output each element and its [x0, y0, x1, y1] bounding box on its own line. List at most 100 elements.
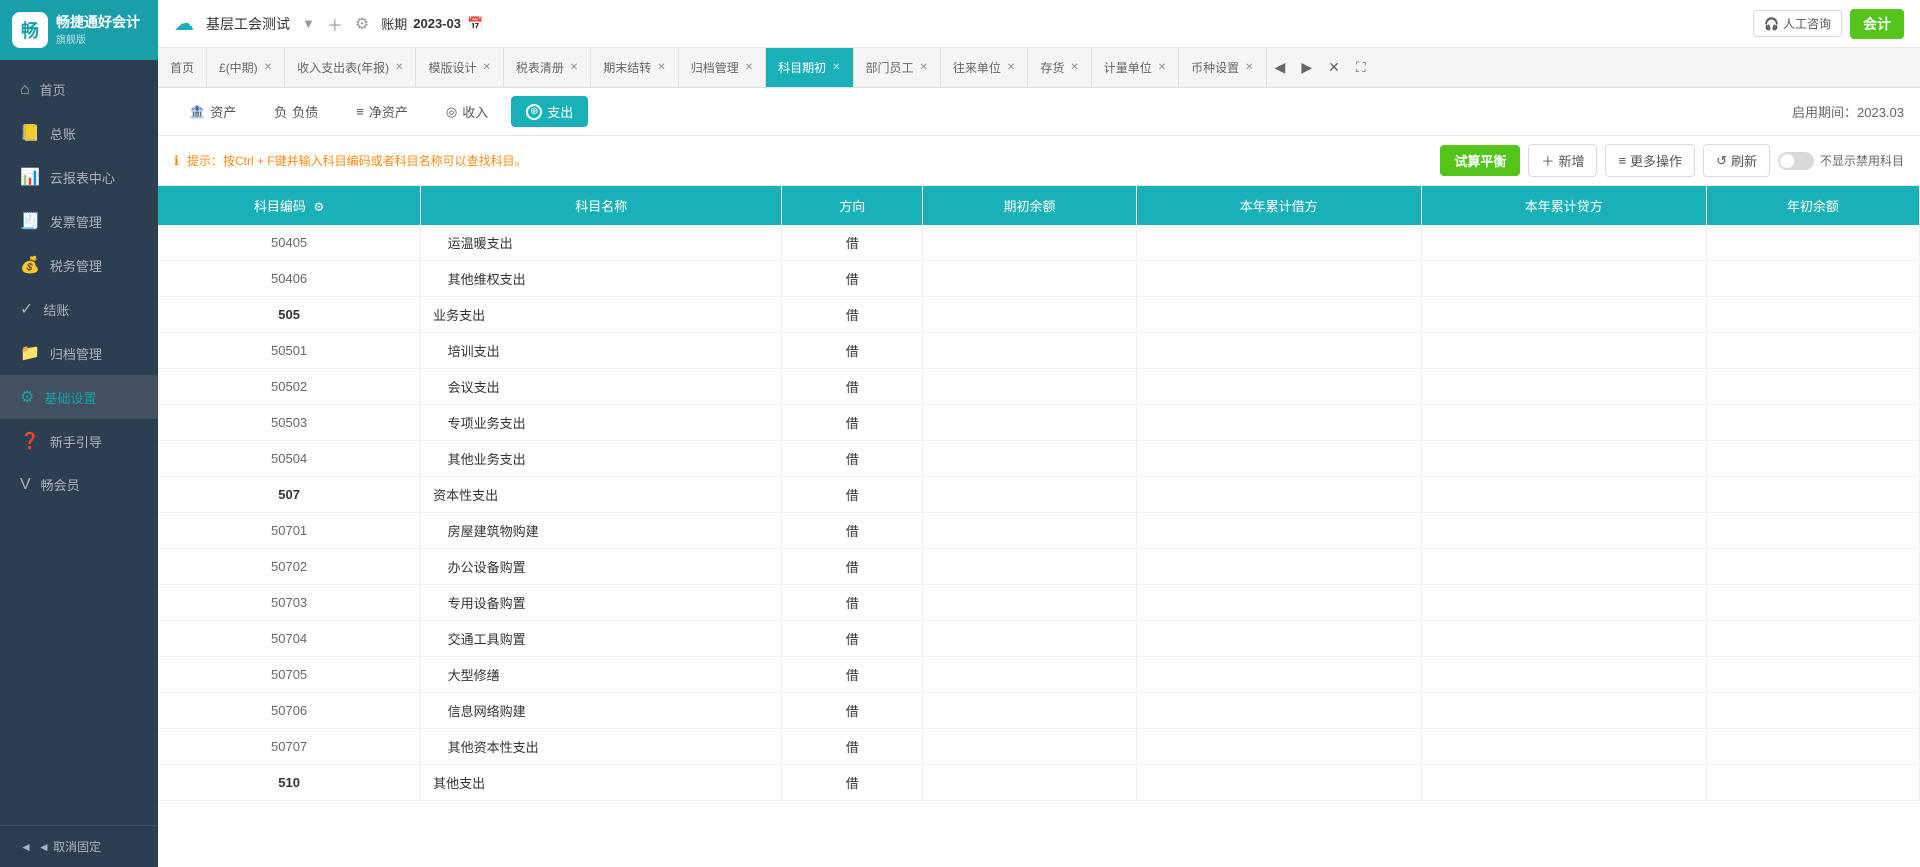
sidebar-item-closing[interactable]: ✓ 结账 [0, 287, 158, 331]
sidebar-item-tax[interactable]: 💰 税务管理 [0, 243, 158, 287]
hint-text: 提示：按Ctrl + F键并输入科目编码或者科目名称可以查找科目。 [187, 152, 527, 169]
tab-income[interactable]: 收入支出表(年报) ✕ [285, 48, 416, 88]
tab-template[interactable]: 模版设计 ✕ [416, 48, 503, 88]
sidebar-item-ledger[interactable]: 📒 总账 [0, 111, 158, 155]
settings-gear-icon[interactable]: ⚙ [355, 14, 369, 34]
sidebar-item-settings[interactable]: ⚙ 基础设置 [0, 375, 158, 419]
tab-inventory[interactable]: 存货 ✕ [1028, 48, 1091, 88]
table-row[interactable]: 50702 办公设备购置 借 [158, 549, 1920, 585]
cell-opening-balance [923, 585, 1136, 621]
tab-maximize[interactable]: ⛶ [1348, 48, 1374, 88]
table-row[interactable]: 50705 大型修缮 借 [158, 657, 1920, 693]
sub-tab-asset[interactable]: 🏦 资产 [174, 96, 251, 127]
cell-direction: 借 [782, 657, 923, 693]
tab-period-end[interactable]: 期末结转 ✕ [591, 48, 678, 88]
table-row[interactable]: 50701 房屋建筑物购建 借 [158, 513, 1920, 549]
tab-archive[interactable]: 归档管理 ✕ [679, 48, 766, 88]
tab-measure[interactable]: 计量单位 ✕ [1092, 48, 1179, 88]
tab-currency-close[interactable]: ✕ [1245, 62, 1253, 73]
table-row[interactable]: 50704 交通工具购置 借 [158, 621, 1920, 657]
sidebar-item-home[interactable]: ⌂ 首页 [0, 68, 158, 111]
cell-ytd-debit [1136, 441, 1421, 477]
table-row[interactable]: 50707 其他资本性支出 借 [158, 729, 1920, 765]
cell-ytd-debit [1136, 405, 1421, 441]
tab-archive-close[interactable]: ✕ [745, 62, 753, 73]
tab-template-close[interactable]: ✕ [482, 62, 490, 73]
ai-consult-btn[interactable]: 🎧 人工咨询 [1753, 10, 1842, 37]
tab-period[interactable]: £(中期) ✕ [207, 48, 285, 88]
sidebar-item-report[interactable]: 📊 云报表中心 [0, 155, 158, 199]
cell-ytd-debit [1136, 657, 1421, 693]
toggle-switch-track[interactable] [1778, 152, 1814, 170]
tab-subject-init-close[interactable]: ✕ [832, 62, 840, 73]
col-settings-icon[interactable]: ⚙ [314, 200, 325, 214]
tab-subject-init[interactable]: 科目期初 ✕ [766, 48, 853, 88]
table-row[interactable]: 50502 会议支出 借 [158, 369, 1920, 405]
more-btn[interactable]: ≡ 更多操作 [1605, 144, 1695, 177]
sidebar-item-invoice[interactable]: 🧾 发票管理 [0, 199, 158, 243]
tab-nav-right[interactable]: ▶ [1293, 48, 1320, 88]
table-row[interactable]: 507 资本性支出 借 [158, 477, 1920, 513]
sub-tab-liability[interactable]: 负 负债 [259, 96, 333, 127]
table-row[interactable]: 505 业务支出 借 [158, 297, 1920, 333]
sidebar-collapse-btn[interactable]: ◄ ◄ 取消固定 [0, 825, 158, 867]
cell-ytd-credit [1421, 477, 1706, 513]
sidebar-item-guide[interactable]: ❓ 新手引导 [0, 419, 158, 463]
home-icon: ⌂ [20, 81, 30, 99]
user-role-btn[interactable]: 会计 [1850, 9, 1904, 39]
tab-measure-close[interactable]: ✕ [1158, 62, 1166, 73]
table-row[interactable]: 50703 专用设备购置 借 [158, 585, 1920, 621]
settings-icon: ⚙ [20, 387, 34, 407]
cell-opening-balance [923, 261, 1136, 297]
sub-tab-income[interactable]: ◎ 收入 [431, 96, 503, 127]
cell-year-opening [1706, 297, 1919, 333]
tabs-bar: 首页 £(中期) ✕ 收入支出表(年报) ✕ 模版设计 ✕ 税表清册 ✕ 期末结… [158, 48, 1920, 88]
add-icon: ＋ [1541, 151, 1554, 170]
cell-ytd-debit [1136, 477, 1421, 513]
dropdown-icon[interactable]: ▼ [302, 16, 315, 31]
cell-name: 业务支出 [421, 297, 782, 333]
sidebar-nav: ⌂ 首页 📒 总账 📊 云报表中心 🧾 发票管理 💰 税务管理 ✓ 结账 📁 归… [0, 60, 158, 825]
cell-ytd-credit [1421, 585, 1706, 621]
tab-tax-close[interactable]: ✕ [570, 62, 578, 73]
tab-period-end-close[interactable]: ✕ [657, 62, 665, 73]
table-row[interactable]: 50501 培训支出 借 [158, 333, 1920, 369]
cell-opening-balance [923, 513, 1136, 549]
cell-ytd-debit [1136, 729, 1421, 765]
tab-dept[interactable]: 部门员工 ✕ [854, 48, 941, 88]
sub-tab-expense[interactable]: ⊕ 支出 [511, 96, 588, 127]
tab-nav-left[interactable]: ◀ [1267, 48, 1294, 88]
company-name[interactable]: 基层工会测试 [206, 14, 290, 34]
tab-home[interactable]: 首页 [158, 48, 207, 88]
table-row[interactable]: 50406 其他维权支出 借 [158, 261, 1920, 297]
cell-code: 50502 [158, 369, 421, 405]
table-row[interactable]: 50503 专项业务支出 借 [158, 405, 1920, 441]
sub-tab-net-asset[interactable]: ≡ 净资产 [341, 96, 423, 127]
table-row[interactable]: 510 其他支出 借 [158, 765, 1920, 801]
tab-tax[interactable]: 税表清册 ✕ [504, 48, 591, 88]
calendar-icon[interactable]: 📅 [467, 16, 483, 32]
tab-currency[interactable]: 币种设置 ✕ [1179, 48, 1266, 88]
table-row[interactable]: 50504 其他业务支出 借 [158, 441, 1920, 477]
table-row[interactable]: 50405 运温暖支出 借 [158, 225, 1920, 261]
sidebar-item-archive[interactable]: 📁 归档管理 [0, 331, 158, 375]
table-row[interactable]: 50706 信息网络购建 借 [158, 693, 1920, 729]
sidebar-label-home: 首页 [40, 80, 66, 99]
toggle-disabled[interactable]: 不显示禁用科目 [1778, 152, 1904, 170]
balance-btn[interactable]: 试算平衡 [1440, 145, 1520, 176]
collapse-label: ◄ 取消固定 [38, 838, 101, 855]
tab-unit[interactable]: 往来单位 ✕ [941, 48, 1028, 88]
add-btn[interactable]: ＋ 新增 [1528, 144, 1597, 177]
tab-inventory-close[interactable]: ✕ [1070, 62, 1078, 73]
sub-tabs: 🏦 资产 负 负债 ≡ 净资产 ◎ 收入 ⊕ 支出 启用期间：2023.03 [158, 88, 1920, 136]
tab-unit-close[interactable]: ✕ [1007, 62, 1015, 73]
sidebar-item-member[interactable]: V 畅会员 [0, 463, 158, 506]
tab-close-all[interactable]: ✕ [1320, 48, 1348, 88]
add-tab-btn[interactable]: ＋ [327, 12, 343, 36]
sidebar-label-settings: 基础设置 [44, 388, 96, 407]
tab-dept-close[interactable]: ✕ [920, 62, 928, 73]
cell-ytd-credit [1421, 513, 1706, 549]
tab-period-close[interactable]: ✕ [264, 62, 272, 73]
refresh-btn[interactable]: ↺ 刷新 [1703, 144, 1770, 177]
tab-income-close[interactable]: ✕ [395, 62, 403, 73]
